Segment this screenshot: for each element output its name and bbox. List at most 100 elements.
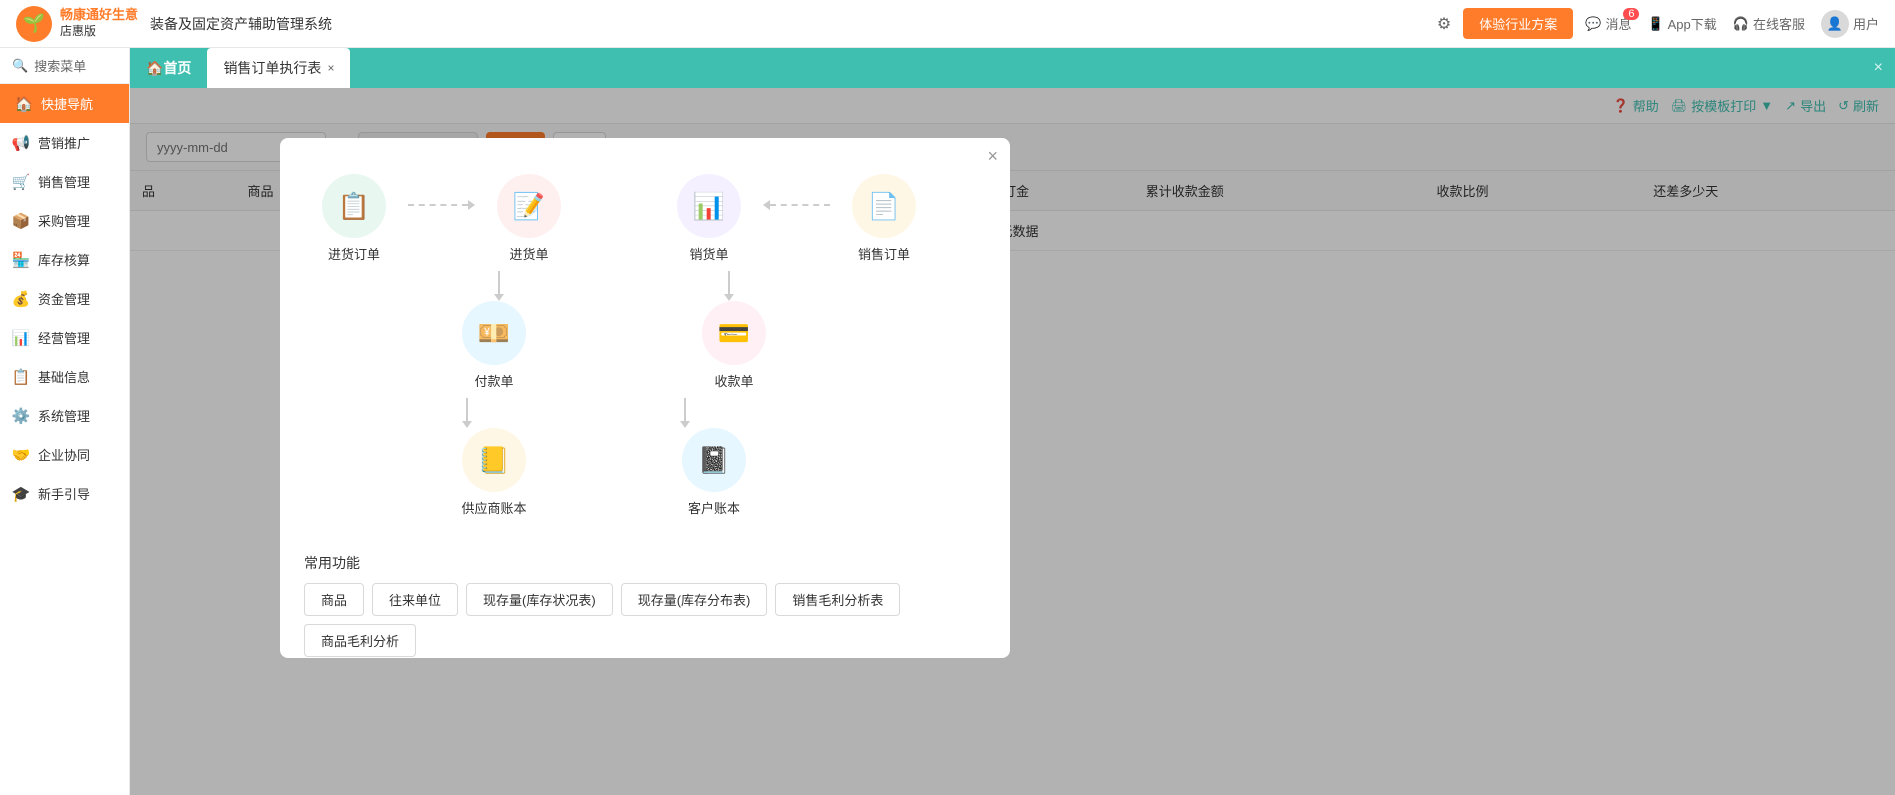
func-btn-4[interactable]: 销售毛利分析表 <box>775 583 900 616</box>
node-payment[interactable]: 💴 付款单 <box>444 301 544 390</box>
supplier-ledger-circle: 📒 <box>462 428 526 492</box>
func-btn-3[interactable]: 现存量(库存分布表) <box>621 583 768 616</box>
flow-row-1: 📋 进货订单 📝 <box>304 174 934 263</box>
message-icon-item[interactable]: 💬 消息 6 <box>1585 14 1631 33</box>
common-functions: 常用功能 商品往来单位现存量(库存状况表)现存量(库存分布表)销售毛利分析表商品… <box>304 553 986 658</box>
arrow-row-v1 <box>304 271 734 301</box>
arrow-sales-order-to-bill <box>763 200 830 210</box>
nav-icon-marketing: 📢 <box>12 134 30 152</box>
brand-name: 畅康通好生意 <box>60 7 138 24</box>
sidebar-item-basic-info[interactable]: 📋 基础信息 <box>0 357 129 396</box>
sidebar-item-enterprise[interactable]: 🤝企业协同 <box>0 435 129 474</box>
sidebar: 🔍 搜索菜单 🏠 快捷导航 📢营销推广🛒销售管理 📦 采购管理 🏪库存核算💰资金管理📊经营… <box>0 48 130 795</box>
sales-bill-label: 销货单 <box>689 244 728 263</box>
tab-bar: 🏠 首页 销售订单执行表 × × <box>130 48 1895 88</box>
flow-row-2: 💴 付款单 💳 收款单 <box>444 301 784 390</box>
nav-label-purchase: 采购管理 <box>38 211 90 230</box>
purchase-bill-circle: 📝 <box>497 174 561 238</box>
tab-bar-close-icon[interactable]: × <box>1874 59 1883 77</box>
sidebar-item-inventory[interactable]: 🏪库存核算 <box>0 240 129 279</box>
arrow-down <box>494 294 504 301</box>
online-service-item[interactable]: 🎧 在线客服 <box>1733 14 1805 33</box>
node-customer-ledger[interactable]: 📓 客户账本 <box>664 428 764 517</box>
sidebar-item-operations[interactable]: 📊经营管理 <box>0 318 129 357</box>
tab-sales-order[interactable]: 销售订单执行表 × <box>207 48 350 88</box>
nav-label-sales: 销售管理 <box>38 172 90 191</box>
tab-close-icon[interactable]: × <box>327 61 334 75</box>
payment-label: 付款单 <box>474 371 513 390</box>
purchase-order-circle: 📋 <box>322 174 386 238</box>
logo-icon: 🌱 <box>16 6 52 42</box>
content-area: 🏠 首页 销售订单执行表 × × ❓ 帮助 <box>130 48 1895 795</box>
sidebar-item-finance[interactable]: 💰资金管理 <box>0 279 129 318</box>
node-sales-bill[interactable]: 📊 销货单 <box>659 174 759 263</box>
nav-icon-purchase: 📦 <box>12 212 30 230</box>
home-icon: 🏠 <box>146 60 163 77</box>
app-download-label: App下载 <box>1668 14 1717 33</box>
user-item[interactable]: 👤 用户 <box>1821 10 1879 38</box>
sales-bill-circle: 📊 <box>677 174 741 238</box>
brand-sub: 店惠版 <box>60 24 138 40</box>
app-wrapper: 🌱 畅康通好生意 店惠版 装备及固定资产辅助管理系统 ⚙ 体验行业方案 💬 消息… <box>0 0 1895 795</box>
node-supplier-ledger[interactable]: 📒 供应商账本 <box>444 428 544 517</box>
experience-button[interactable]: 体验行业方案 <box>1463 8 1573 39</box>
top-bar: 🌱 畅康通好生意 店惠版 装备及固定资产辅助管理系统 ⚙ 体验行业方案 💬 消息… <box>0 0 1895 48</box>
sales-order-circle: 📄 <box>852 174 916 238</box>
purchase-order-label: 进货订单 <box>328 244 380 263</box>
nav-icon-newbie: 🎓 <box>12 485 30 503</box>
nav-icon-basic-info: 📋 <box>12 368 30 386</box>
nav-label-basic-info: 基础信息 <box>38 367 90 386</box>
app-download-icon: 📱 <box>1647 16 1663 32</box>
node-receipt[interactable]: 💳 收款单 <box>684 301 784 390</box>
app-download-item[interactable]: 📱 App下载 <box>1647 14 1716 33</box>
arrow-down3 <box>462 421 472 428</box>
node-purchase-bill[interactable]: 📝 进货单 <box>479 174 579 263</box>
search-icon: 🔍 <box>12 58 28 74</box>
spacer2 <box>504 271 724 301</box>
func-btn-1[interactable]: 往来单位 <box>372 583 458 616</box>
arrow-down-sales <box>724 271 734 301</box>
nav-icon-inventory: 🏪 <box>12 251 30 269</box>
overlay: × 📋 进货订单 <box>130 88 1895 795</box>
sidebar-item-quick-nav[interactable]: 🏠 快捷导航 <box>0 84 129 123</box>
sidebar-item-purchase[interactable]: 📦 采购管理 <box>0 201 129 240</box>
supplier-ledger-label: 供应商账本 <box>461 498 526 517</box>
nav-label-operations: 经营管理 <box>38 328 90 347</box>
arrow-row-v2 <box>444 398 690 428</box>
node-purchase-order[interactable]: 📋 进货订单 <box>304 174 404 263</box>
online-service-icon: 🎧 <box>1733 16 1749 32</box>
function-buttons-container: 商品往来单位现存量(库存状况表)现存量(库存分布表)销售毛利分析表商品毛利分析 <box>304 583 986 657</box>
logo-area: 🌱 畅康通好生意 店惠版 <box>16 6 138 42</box>
sidebar-item-marketing[interactable]: 📢营销推广 <box>0 123 129 162</box>
arrow-down-payment <box>462 398 472 428</box>
sidebar-search[interactable]: 🔍 搜索菜单 <box>0 48 129 84</box>
func-btn-5[interactable]: 商品毛利分析 <box>304 624 416 657</box>
search-menu-label: 搜索菜单 <box>34 56 86 75</box>
tab-sales-order-label: 销售订单执行表 <box>223 58 321 78</box>
func-btn-0[interactable]: 商品 <box>304 583 364 616</box>
arrow-down-purchase <box>494 271 504 301</box>
arrow-line <box>408 204 468 206</box>
flow-row-3: 📒 供应商账本 📓 客户账本 <box>444 428 764 517</box>
sidebar-item-newbie[interactable]: 🎓新手引导 <box>0 474 129 513</box>
system-name: 装备及固定资产辅助管理系统 <box>150 14 1425 34</box>
nav-icon-finance: 💰 <box>12 290 30 308</box>
nav-icon-quick-nav: 🏠 <box>15 95 33 113</box>
arrow-down-receipt <box>680 398 690 428</box>
nav-label-quick-nav: 快捷导航 <box>41 94 93 113</box>
customer-ledger-circle: 📓 <box>682 428 746 492</box>
top-actions: 💬 消息 6 📱 App下载 🎧 在线客服 👤 用户 <box>1585 10 1879 38</box>
sales-order-label: 销售订单 <box>858 244 910 263</box>
sidebar-item-sales[interactable]: 🛒销售管理 <box>0 162 129 201</box>
sidebar-item-system[interactable]: ⚙️系统管理 <box>0 396 129 435</box>
modal-close-icon[interactable]: × <box>987 146 998 167</box>
node-sales-order[interactable]: 📄 销售订单 <box>834 174 934 263</box>
purchase-bill-label: 进货单 <box>509 244 548 263</box>
func-btn-2[interactable]: 现存量(库存状况表) <box>466 583 613 616</box>
nav-icon-enterprise: 🤝 <box>12 446 30 464</box>
customer-ledger-label: 客户账本 <box>688 498 740 517</box>
settings-icon[interactable]: ⚙ <box>1437 14 1451 34</box>
spacer4 <box>472 398 680 428</box>
message-icon: 💬 <box>1585 16 1601 32</box>
tab-home[interactable]: 🏠 首页 <box>130 48 207 88</box>
